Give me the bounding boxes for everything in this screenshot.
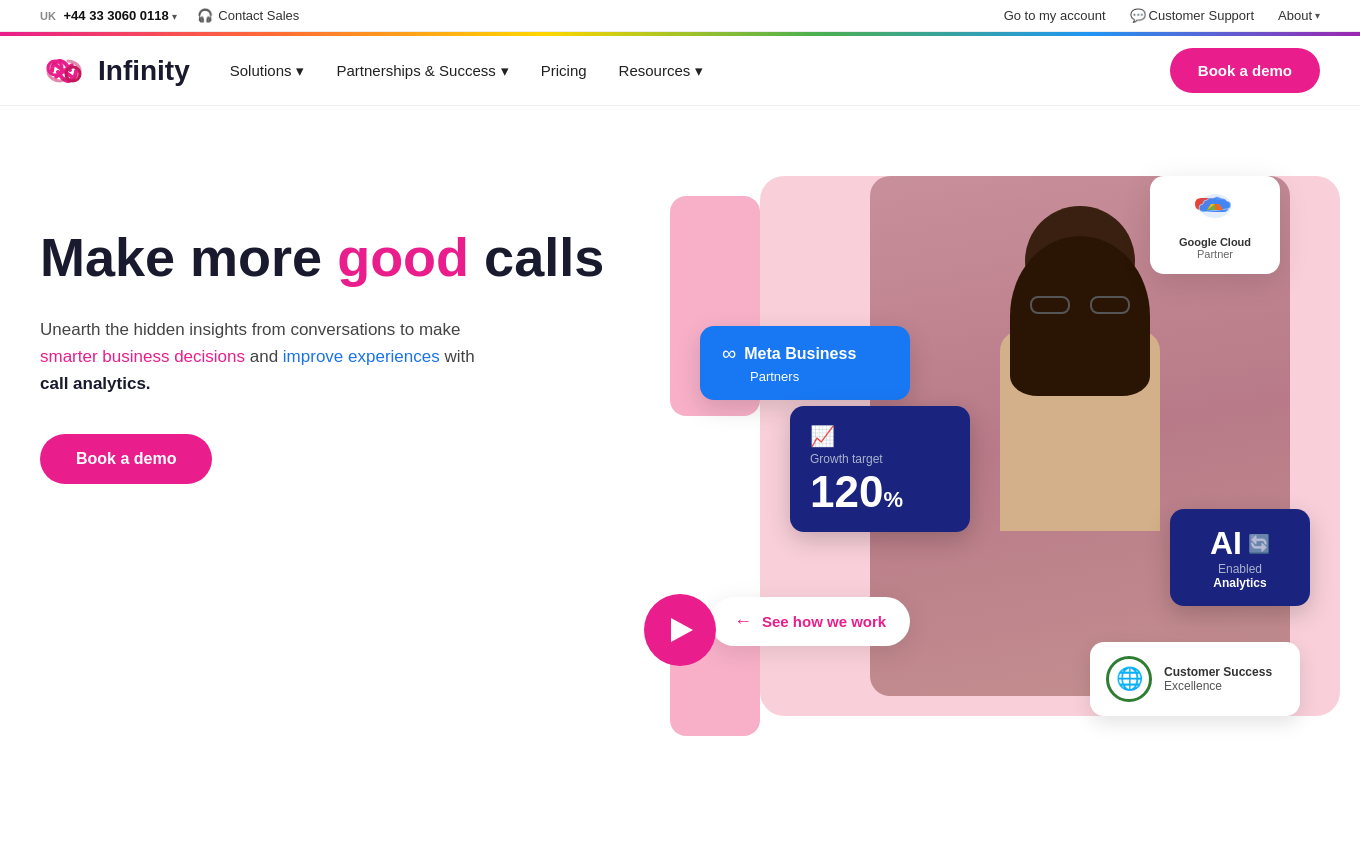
phone-number[interactable]: +44 33 3060 0118 bbox=[64, 8, 169, 23]
google-cloud-icon bbox=[1162, 190, 1268, 230]
google-cloud-badge: Google Cloud Partner bbox=[1150, 176, 1280, 274]
go-to-account-link[interactable]: Go to my account bbox=[1004, 8, 1106, 23]
top-bar: UK +44 33 3060 0118 ▾ 🎧 Contact Sales Go… bbox=[0, 0, 1360, 32]
customer-success-badge: 🌐 Customer Success Excellence bbox=[1090, 642, 1300, 716]
nav-links: Solutions ▾ Partnerships & Success ▾ Pri… bbox=[230, 62, 704, 80]
hero-title: Make more good calls bbox=[40, 226, 640, 288]
hero-subtitle: Unearth the hidden insights from convers… bbox=[40, 316, 480, 398]
google-cloud-title: Google Cloud bbox=[1162, 236, 1268, 248]
hero-title-good: good bbox=[337, 227, 469, 287]
meta-badge: ∞ Meta Business Partners bbox=[700, 326, 910, 400]
ai-analytics-badge: AI 🔄 Enabled Analytics bbox=[1170, 509, 1310, 606]
globe-icon: 🌐 bbox=[1106, 656, 1152, 702]
pricing-nav[interactable]: Pricing bbox=[541, 62, 587, 79]
hero-section: Make more good calls Unearth the hidden … bbox=[0, 106, 1360, 786]
support-icon: 💬 bbox=[1130, 8, 1146, 23]
hero-right: Google Cloud Partner ∞ Meta Business Par… bbox=[680, 166, 1320, 746]
play-button[interactable] bbox=[644, 594, 716, 666]
uk-label: UK bbox=[40, 10, 56, 22]
subtitle-link-2: improve experiences bbox=[283, 347, 440, 366]
about-dropdown-icon: ▾ bbox=[1315, 10, 1320, 21]
phone-region: UK +44 33 3060 0118 ▾ bbox=[40, 8, 177, 23]
main-nav: Infinity Solutions ▾ Partnerships & Succ… bbox=[0, 36, 1360, 106]
customer-support-link[interactable]: 💬 Customer Support bbox=[1130, 8, 1255, 23]
book-demo-nav-button[interactable]: Book a demo bbox=[1170, 48, 1320, 93]
logo-icon bbox=[40, 47, 88, 95]
solutions-chevron: ▾ bbox=[296, 62, 304, 80]
see-how-card[interactable]: ← See how we work bbox=[710, 597, 910, 646]
google-cloud-sub: Partner bbox=[1162, 248, 1268, 260]
resources-chevron: ▾ bbox=[695, 62, 703, 80]
ai-text: AI bbox=[1210, 525, 1242, 562]
partnerships-chevron: ▾ bbox=[501, 62, 509, 80]
logo[interactable]: Infinity bbox=[40, 47, 190, 95]
see-how-text: See how we work bbox=[762, 613, 886, 630]
hero-left: Make more good calls Unearth the hidden … bbox=[40, 166, 680, 484]
ai-cycle-icon: 🔄 bbox=[1248, 533, 1270, 555]
resources-nav[interactable]: Resources ▾ bbox=[619, 62, 704, 80]
growth-icon: 📈 bbox=[810, 424, 950, 448]
contact-sales-link[interactable]: 🎧 Contact Sales bbox=[197, 8, 299, 23]
phone-dropdown-icon[interactable]: ▾ bbox=[172, 11, 177, 22]
see-how-arrow-icon: ← bbox=[734, 611, 752, 632]
play-icon bbox=[671, 618, 693, 642]
logo-text: Infinity bbox=[98, 55, 190, 87]
hero-book-demo-button[interactable]: Book a demo bbox=[40, 434, 212, 484]
solutions-nav[interactable]: Solutions ▾ bbox=[230, 62, 305, 80]
about-link[interactable]: About ▾ bbox=[1278, 8, 1320, 23]
headset-icon: 🎧 bbox=[197, 8, 213, 23]
partnerships-nav[interactable]: Partnerships & Success ▾ bbox=[336, 62, 508, 80]
meta-icon: ∞ bbox=[722, 342, 736, 365]
growth-number: 120% bbox=[810, 470, 950, 514]
hero-cta: Book a demo bbox=[40, 434, 640, 484]
growth-badge: 📈 Growth target 120% bbox=[790, 406, 970, 532]
subtitle-link-1: smarter business decisions bbox=[40, 347, 245, 366]
